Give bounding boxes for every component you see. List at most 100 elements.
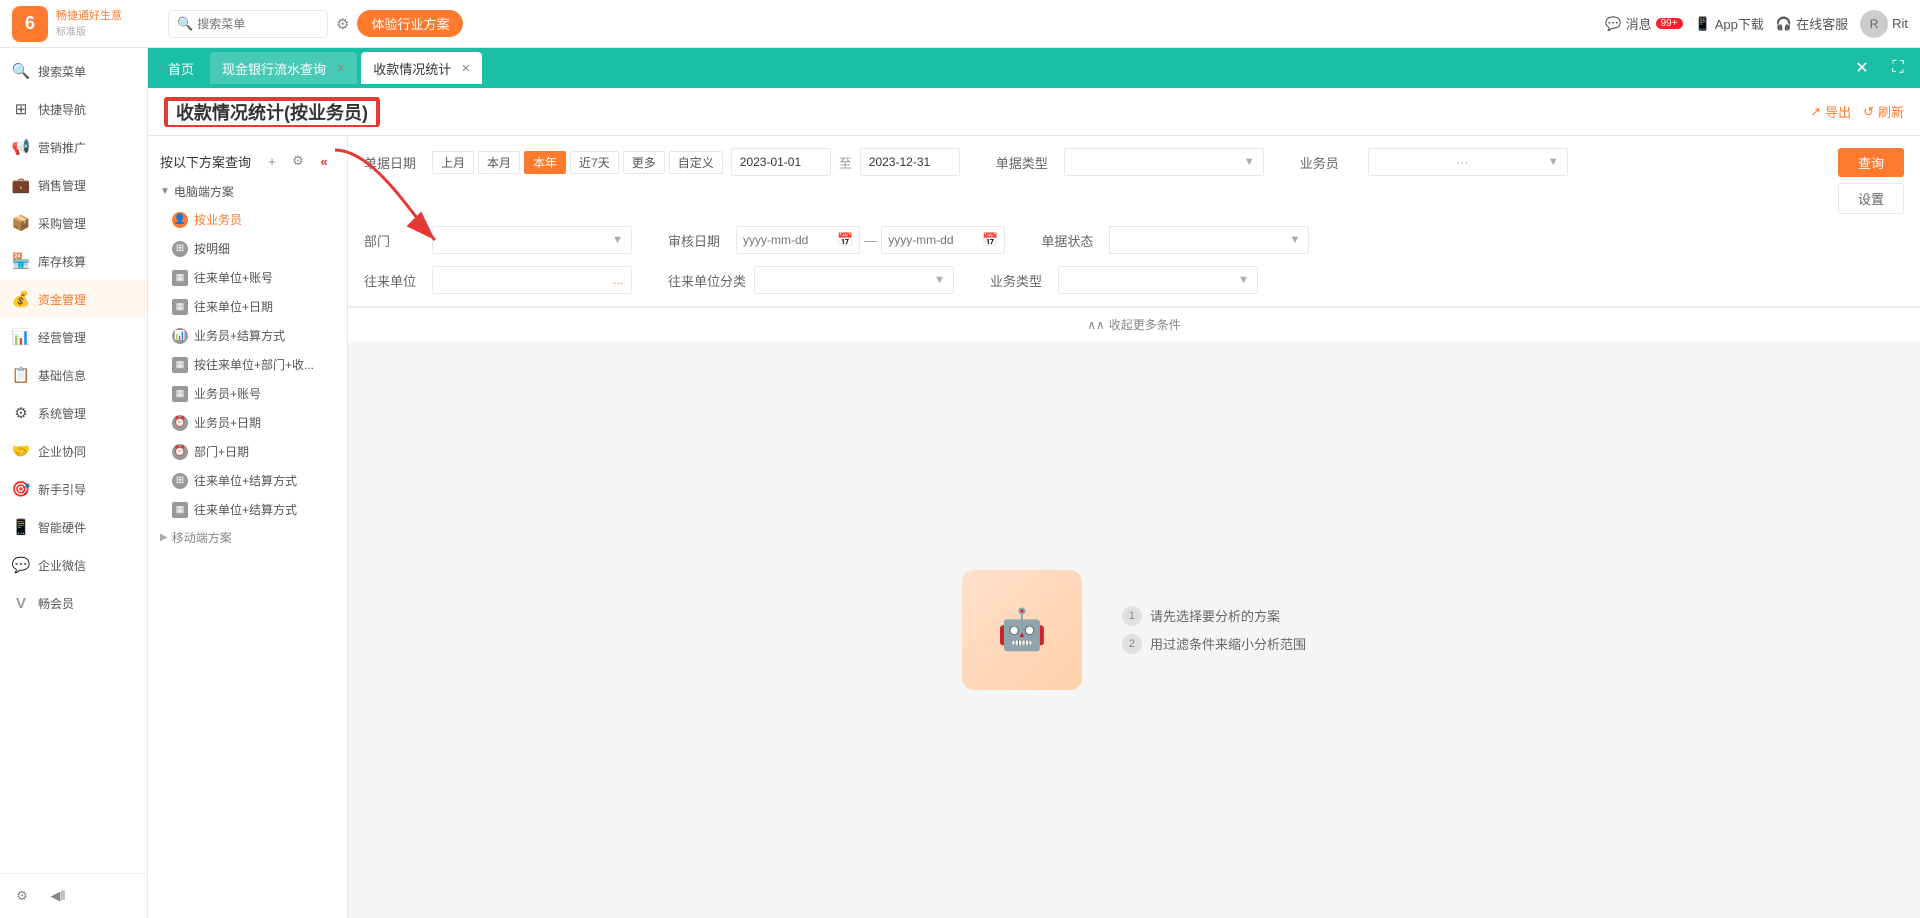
salesperson-more-btn[interactable]: ···	[1456, 155, 1468, 169]
sidebar-item-quick-nav[interactable]: ⊞ 快捷导航	[0, 90, 147, 128]
sidebar-item-search-menu[interactable]: 🔍 搜索菜单	[0, 52, 147, 90]
scheme-item-salesperson-payment[interactable]: 📊 业务员+结算方式	[148, 321, 347, 350]
menu-search-input[interactable]	[197, 17, 297, 31]
calendar-from-icon[interactable]: 📅	[837, 232, 853, 248]
review-date-to-input[interactable]	[888, 233, 978, 247]
try-industry-btn[interactable]: 体验行业方案	[357, 10, 463, 37]
date-btn-more[interactable]: 更多	[623, 151, 665, 174]
salesperson-select[interactable]: ··· ▼	[1368, 148, 1568, 176]
sidebar-item-newbie[interactable]: 🎯 新手引导	[0, 470, 147, 508]
sidebar-item-sales[interactable]: 💼 销售管理	[0, 166, 147, 204]
scheme-item-salesperson-account[interactable]: ▦ 业务员+账号	[148, 379, 347, 408]
tab-maximize-btn[interactable]: ⛶	[1884, 54, 1912, 82]
sidebar-item-finance[interactable]: 💰 资金管理	[0, 280, 147, 318]
sidebar-collapse-btn[interactable]: ◀‖	[44, 882, 72, 910]
tab-bank-flow[interactable]: 现金银行流水查询 ✕	[210, 52, 357, 84]
logo-title: 畅捷通好生意	[56, 9, 122, 23]
tab-bank-flow-close[interactable]: ✕	[336, 62, 345, 75]
sidebar-item-purchase[interactable]: 📦 采购管理	[0, 204, 147, 242]
doc-status-select[interactable]: ▼	[1109, 226, 1309, 254]
date-btn-custom[interactable]: 自定义	[669, 151, 723, 174]
page-title-box: 收款情况统计(按业务员)	[164, 97, 380, 127]
mobile-group-arrow: ▶	[160, 532, 168, 543]
search-menu-icon: 🔍	[12, 62, 30, 80]
download-icon: 📱	[1695, 16, 1711, 32]
online-service-btn[interactable]: 🎧 在线客服	[1776, 14, 1848, 33]
sidebar-label-quick-nav: 快捷导航	[38, 101, 86, 118]
tab-collection-stats-close[interactable]: ✕	[461, 62, 470, 75]
scheme-item-detail-label: 按明细	[194, 240, 230, 257]
edition-label: 标准版	[56, 23, 122, 38]
logo-text-area: 畅捷通好生意 标准版	[56, 9, 122, 38]
tab-close-all-btn[interactable]: ✕	[1848, 54, 1876, 82]
query-btn[interactable]: 查询	[1838, 148, 1904, 177]
desktop-group-header[interactable]: ▼ 电脑端方案	[148, 178, 347, 205]
biz-type-select[interactable]: ▼	[1058, 266, 1258, 294]
sidebar-settings-btn[interactable]: ⚙	[8, 882, 36, 910]
sidebar-item-operation[interactable]: 📊 经营管理	[0, 318, 147, 356]
filter-biz-type-area: 业务类型 ▼	[990, 266, 1258, 294]
tab-home[interactable]: 首页	[156, 52, 206, 84]
menu-search-box[interactable]: 🔍	[168, 10, 328, 38]
doctype-select[interactable]: ▼	[1064, 148, 1264, 176]
sidebar-item-marketing[interactable]: 📢 营销推广	[0, 128, 147, 166]
collapse-bar[interactable]: ∧∧ 收起更多条件	[348, 307, 1920, 341]
scheme-item-partner-payment1-label: 往来单位+结算方式	[194, 472, 297, 489]
scheme-collapse-btn[interactable]: «	[313, 150, 335, 172]
sidebar-item-enterprise-wechat[interactable]: 💬 企业微信	[0, 546, 147, 584]
tab-collection-stats[interactable]: 收款情况统计 ✕	[361, 52, 482, 84]
date-btn-this-month[interactable]: 本月	[478, 151, 520, 174]
scheme-item-partner-payment2[interactable]: ▦ 往来单位+结算方式	[148, 495, 347, 524]
scheme-item-partner-date[interactable]: ▦ 往来单位+日期	[148, 292, 347, 321]
sidebar-label-enterprise: 企业协同	[38, 443, 86, 460]
export-icon: ↗	[1810, 104, 1821, 120]
partner-select[interactable]: ...	[432, 266, 632, 294]
partner-more-btn[interactable]: ...	[613, 273, 623, 287]
app-logo-icon: 6	[12, 6, 48, 42]
topbar-right-area: 💬 消息 99+ 📱 App下载 🎧 在线客服 R Rit	[1605, 10, 1908, 38]
filter-settings-btn[interactable]: 设置	[1838, 183, 1904, 214]
sidebar-item-enterprise[interactable]: 🤝 企业协同	[0, 432, 147, 470]
refresh-btn[interactable]: ↺ 刷新	[1863, 102, 1904, 121]
review-date-to-wrapper: 📅	[881, 226, 1005, 254]
partner-category-select[interactable]: ▼	[754, 266, 954, 294]
filter-date-row: 单据日期 上月 本月 本年 近7天 更多 自定义	[364, 148, 960, 176]
sidebar-item-basic-info[interactable]: 📋 基础信息	[0, 356, 147, 394]
scheme-item-partner-dept-collect[interactable]: ▦ 按往来单位+部门+收...	[148, 350, 347, 379]
scheme-item-by-detail[interactable]: ⊞ 按明细	[148, 234, 347, 263]
scheme-item-partner-account-label: 往来单位+账号	[194, 269, 273, 286]
scheme-settings-btn[interactable]: ⚙	[287, 150, 309, 172]
refresh-icon: ↺	[1863, 104, 1874, 120]
app-download-btn[interactable]: 📱 App下载	[1695, 14, 1764, 33]
scheme-item-partner-payment1[interactable]: ⊞ 往来单位+结算方式	[148, 466, 347, 495]
dept-select[interactable]: ▼	[432, 226, 632, 254]
scheme-item-partner-payment2-label: 往来单位+结算方式	[194, 501, 297, 518]
sidebar-label-inventory: 库存核算	[38, 253, 86, 270]
user-avatar-btn[interactable]: R Rit	[1860, 10, 1908, 38]
sidebar-item-member[interactable]: V 畅会员	[0, 584, 147, 622]
scheme-item-dept-date[interactable]: ⏰ 部门+日期	[148, 437, 347, 466]
sidebar-item-smart-hw[interactable]: 📱 智能硬件	[0, 508, 147, 546]
scheme-item-by-salesperson[interactable]: 👤 按业务员	[148, 205, 347, 234]
sidebar-item-system[interactable]: ⚙ 系统管理	[0, 394, 147, 432]
scheme-item-salesperson-date[interactable]: ⏰ 业务员+日期	[148, 408, 347, 437]
date-to-input[interactable]	[860, 148, 960, 176]
collapse-label: 收起更多条件	[1109, 316, 1181, 333]
sidebar-bottom: ⚙ ◀‖	[0, 873, 147, 918]
calendar-to-icon[interactable]: 📅	[982, 232, 998, 248]
partner-label: 往来单位	[364, 271, 424, 290]
date-btn-7days[interactable]: 近7天	[570, 151, 619, 174]
tab-bar-actions: ✕ ⛶	[1848, 54, 1912, 82]
scheme-add-btn[interactable]: +	[261, 150, 283, 172]
review-date-from-input[interactable]	[743, 233, 833, 247]
mobile-group-header[interactable]: ▶ 移动端方案	[148, 524, 347, 551]
date-btn-this-year[interactable]: 本年	[524, 151, 566, 174]
date-from-input[interactable]	[731, 148, 831, 176]
date-btn-last-month[interactable]: 上月	[432, 151, 474, 174]
messages-btn[interactable]: 💬 消息 99+	[1605, 14, 1682, 33]
sidebar-item-inventory[interactable]: 🏪 库存核算	[0, 242, 147, 280]
marketing-icon: 📢	[12, 138, 30, 156]
export-btn[interactable]: ↗ 导出	[1810, 102, 1851, 121]
scheme-item-partner-account[interactable]: ▦ 往来单位+账号	[148, 263, 347, 292]
nav-settings-icon[interactable]: ⚙	[336, 15, 349, 33]
